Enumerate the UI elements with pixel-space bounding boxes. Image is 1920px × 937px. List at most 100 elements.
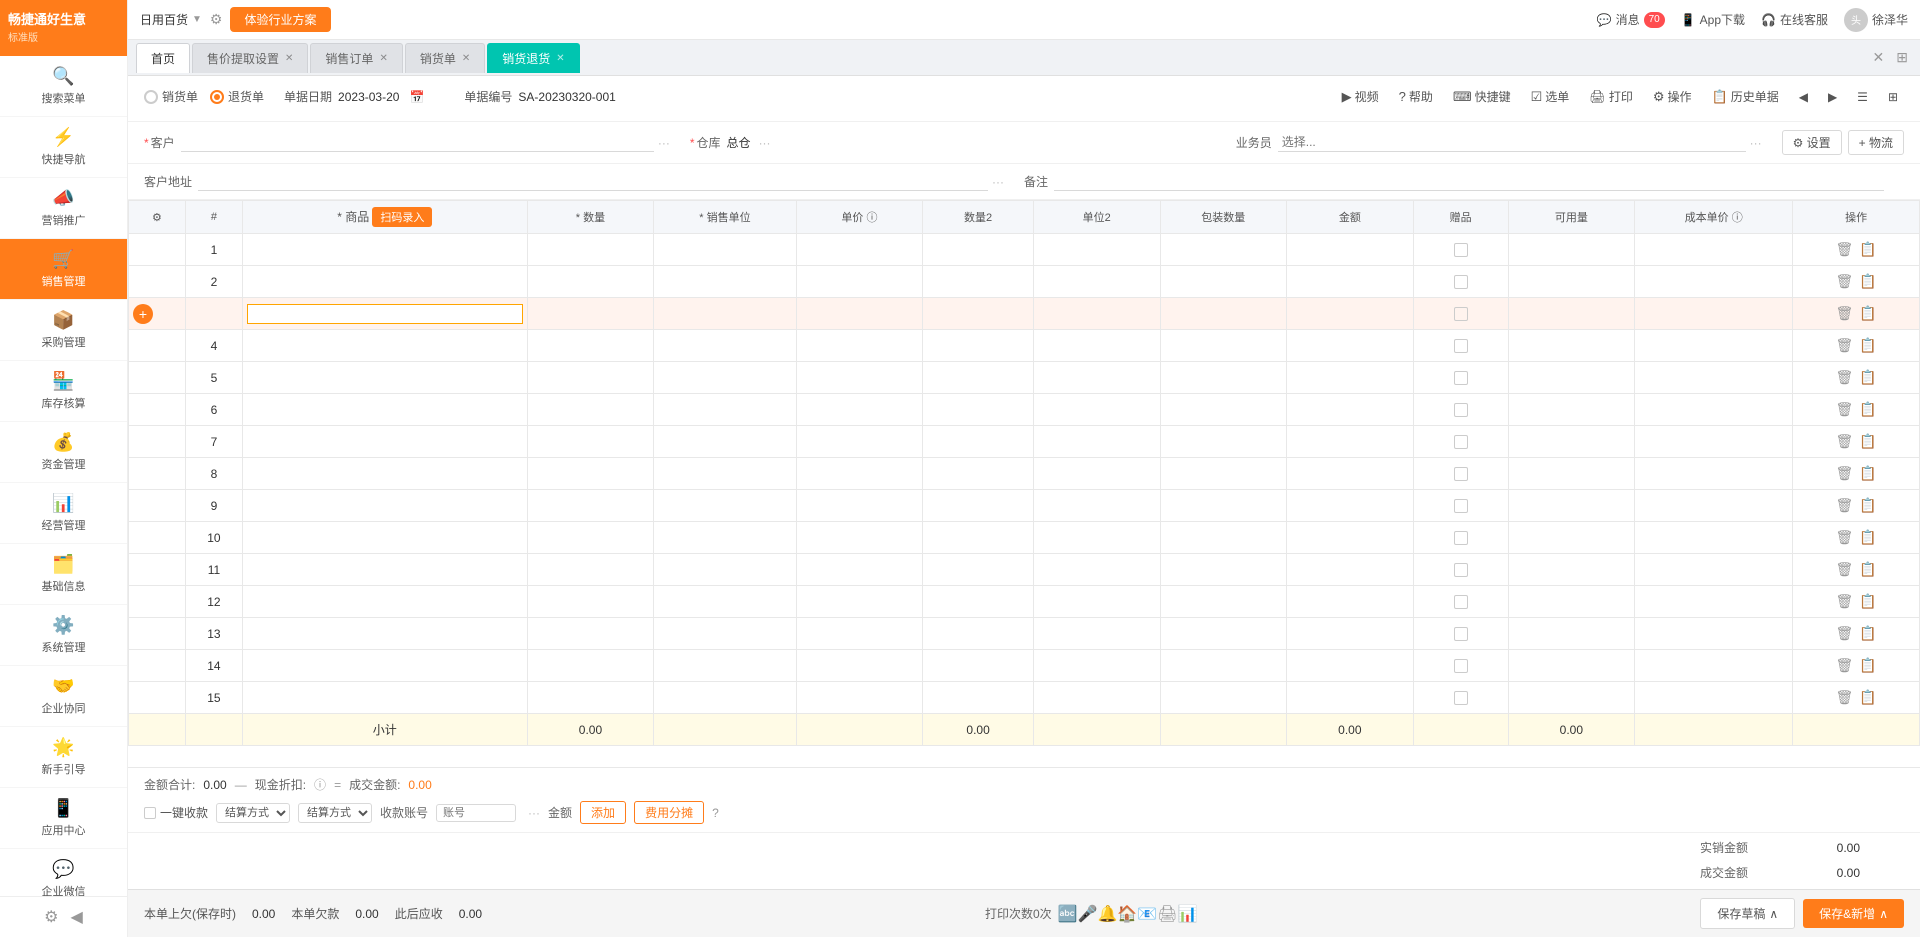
row-price-cell[interactable] (796, 298, 923, 330)
row-qty2-cell[interactable] (923, 266, 1034, 298)
row-qty2-cell[interactable] (923, 554, 1034, 586)
copy-row-icon[interactable]: 📋 (1859, 497, 1876, 514)
row-amount-cell[interactable] (1287, 458, 1414, 490)
doc-date-value[interactable]: 2023-03-20 (338, 90, 399, 104)
row-amount-cell[interactable] (1287, 362, 1414, 394)
gift-checkbox[interactable] (1454, 627, 1468, 641)
row-ops-cell[interactable]: 🗑 📋 (1793, 522, 1920, 554)
copy-row-icon[interactable]: 📋 (1859, 561, 1876, 578)
row-price-cell[interactable] (796, 586, 923, 618)
row-ops-cell[interactable]: 🗑 📋 (1793, 618, 1920, 650)
row-unit2-cell[interactable] (1033, 362, 1160, 394)
row-cost-cell[interactable] (1635, 682, 1793, 714)
row-qty2-cell[interactable] (923, 394, 1034, 426)
row-product-cell[interactable] (242, 266, 527, 298)
row-qty-cell[interactable] (527, 650, 654, 682)
row-ops-cell[interactable]: 🗑 📋 (1793, 554, 1920, 586)
row-qty-cell[interactable] (527, 330, 654, 362)
prev-record-btn[interactable]: ◀ (1793, 88, 1814, 106)
sidebar-item-operations[interactable]: 📊 经营管理 (0, 483, 127, 544)
row-amount-cell[interactable] (1287, 490, 1414, 522)
row-qty2-cell[interactable] (923, 522, 1034, 554)
row-cost-cell[interactable] (1635, 522, 1793, 554)
copy-row-icon[interactable]: 📋 (1859, 433, 1876, 450)
delete-row-icon[interactable]: 🗑 (1836, 529, 1854, 546)
row-avail-cell[interactable] (1508, 362, 1635, 394)
row-product-cell[interactable] (242, 458, 527, 490)
delete-row-icon[interactable]: 🗑 (1836, 689, 1854, 706)
row-avail-cell[interactable] (1508, 490, 1635, 522)
row-qty2-cell[interactable] (923, 362, 1034, 394)
delete-row-icon[interactable]: 🗑 (1836, 337, 1854, 354)
row-unit-cell[interactable] (654, 586, 796, 618)
sidebar-item-guide[interactable]: 🌟 新手引导 (0, 727, 127, 788)
row-product-cell[interactable] (242, 522, 527, 554)
row-qty2-cell[interactable] (923, 458, 1034, 490)
gift-checkbox[interactable] (1454, 499, 1468, 513)
add-row-button[interactable]: + (133, 304, 153, 324)
industry-dropdown[interactable]: 日用百货 ▼ (140, 11, 202, 28)
row-gift-cell[interactable] (1413, 554, 1508, 586)
row-product-cell[interactable] (242, 650, 527, 682)
gear-bottom-icon[interactable]: ⚙ (44, 907, 58, 927)
row-ops-cell[interactable]: 🗑 📋 (1793, 650, 1920, 682)
row-gift-cell[interactable] (1413, 394, 1508, 426)
row-unit-cell[interactable] (654, 490, 796, 522)
gift-checkbox[interactable] (1454, 307, 1468, 321)
row-price-cell[interactable] (796, 362, 923, 394)
exp-plan-button[interactable]: 体验行业方案 (230, 7, 330, 32)
row-price-cell[interactable] (796, 330, 923, 362)
row-avail-cell[interactable] (1508, 330, 1635, 362)
sidebar-item-system[interactable]: ⚙️ 系统管理 (0, 605, 127, 666)
note-input[interactable] (1054, 172, 1884, 191)
row-qty-cell[interactable] (527, 362, 654, 394)
th-gear[interactable]: ⚙ (129, 201, 186, 234)
row-unit-cell[interactable] (654, 298, 796, 330)
row-qty2-cell[interactable] (923, 426, 1034, 458)
sidebar-item-enterprise[interactable]: 🤝 企业协同 (0, 666, 127, 727)
row-cost-cell[interactable] (1635, 650, 1793, 682)
row-cost-cell[interactable] (1635, 458, 1793, 490)
row-price-cell[interactable] (796, 394, 923, 426)
logistics-button[interactable]: + 物流 (1848, 130, 1904, 155)
sidebar-item-inventory[interactable]: 🏪 库存核算 (0, 361, 127, 422)
row-pack-cell[interactable] (1160, 586, 1287, 618)
row-pack-cell[interactable] (1160, 522, 1287, 554)
row-cost-cell[interactable] (1635, 234, 1793, 266)
gift-checkbox[interactable] (1454, 339, 1468, 353)
row-unit2-cell[interactable] (1033, 394, 1160, 426)
row-gift-cell[interactable] (1413, 522, 1508, 554)
copy-row-icon[interactable]: 📋 (1859, 625, 1876, 642)
row-product-cell[interactable] (242, 586, 527, 618)
list-view-btn[interactable]: ☰ (1851, 88, 1874, 106)
row-qty-cell[interactable] (527, 618, 654, 650)
row-product-cell[interactable] (242, 298, 527, 330)
row-product-cell[interactable] (242, 234, 527, 266)
delete-row-icon[interactable]: 🗑 (1836, 561, 1854, 578)
row-ops-cell[interactable]: 🗑 📋 (1793, 266, 1920, 298)
row-product-cell[interactable] (242, 426, 527, 458)
row-ops-cell[interactable]: 🗑 📋 (1793, 298, 1920, 330)
row-cost-cell[interactable] (1635, 394, 1793, 426)
row-gift-cell[interactable] (1413, 458, 1508, 490)
tab-sales-return[interactable]: 销货退货 ✕ (487, 43, 579, 73)
row-pack-cell[interactable] (1160, 618, 1287, 650)
row-qty-cell[interactable] (527, 426, 654, 458)
copy-row-icon[interactable]: 📋 (1859, 529, 1876, 546)
video-btn[interactable]: ▶ 视频 (1336, 86, 1385, 107)
row-qty2-cell[interactable] (923, 298, 1034, 330)
row-gift-cell[interactable] (1413, 266, 1508, 298)
sidebar-item-finance[interactable]: 💰 资金管理 (0, 422, 127, 483)
row-amount-cell[interactable] (1287, 426, 1414, 458)
row-unit2-cell[interactable] (1033, 586, 1160, 618)
sidebar-item-sales[interactable]: 🛒 销售管理 (0, 239, 127, 300)
row-pack-cell[interactable] (1160, 234, 1287, 266)
row-pack-cell[interactable] (1160, 394, 1287, 426)
radio-return[interactable]: 退货单 (210, 88, 264, 105)
address-dots[interactable]: ··· (992, 175, 1004, 189)
row-amount-cell[interactable] (1287, 394, 1414, 426)
row-avail-cell[interactable] (1508, 522, 1635, 554)
gift-checkbox[interactable] (1454, 403, 1468, 417)
row-ops-cell[interactable]: 🗑 📋 (1793, 682, 1920, 714)
customer-dots[interactable]: ··· (658, 136, 670, 150)
